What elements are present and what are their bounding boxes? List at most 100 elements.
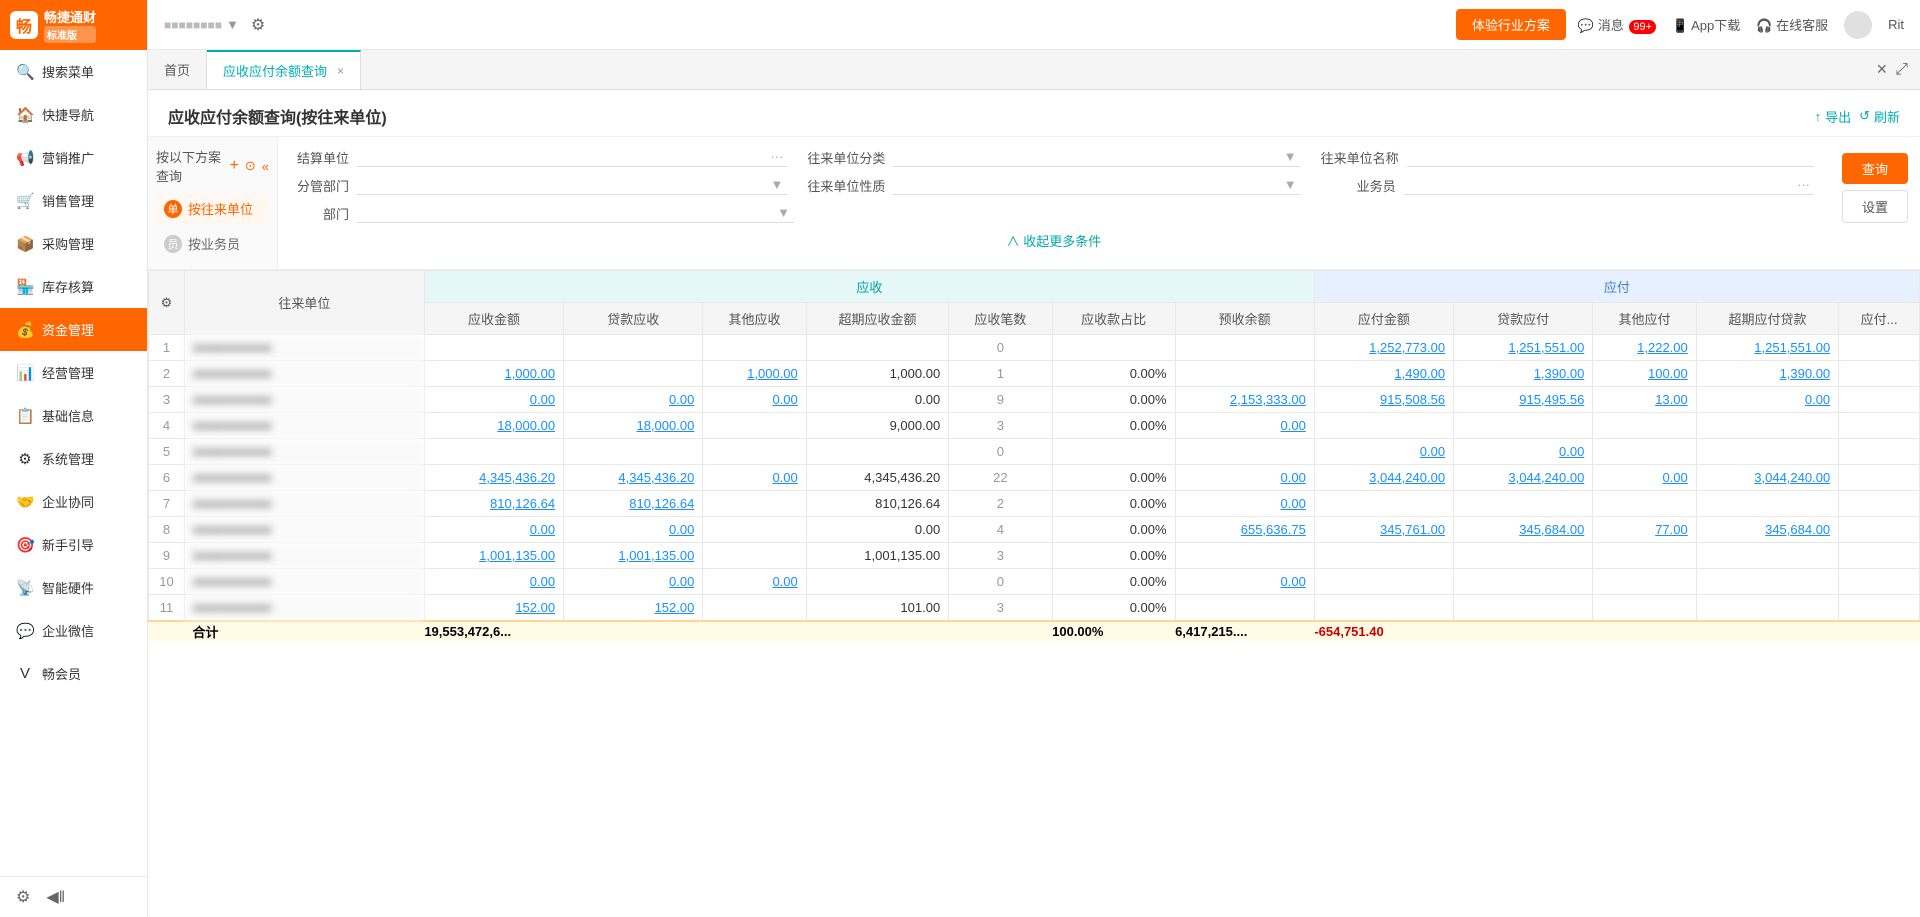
cell-link[interactable]: 0.00 bbox=[669, 574, 694, 589]
cell-link[interactable]: 0.00 bbox=[1805, 392, 1830, 407]
col-settings-icon[interactable]: ⚙ bbox=[161, 295, 173, 310]
cell-link[interactable]: 0.00 bbox=[530, 392, 555, 407]
cell-link[interactable]: 13.00 bbox=[1655, 392, 1688, 407]
salesman-dots-icon[interactable]: ··· bbox=[1797, 177, 1810, 192]
add-filter-icon[interactable]: + bbox=[230, 157, 239, 175]
cell-link[interactable]: 0.00 bbox=[772, 392, 797, 407]
cell-link[interactable]: 1,251,551.00 bbox=[1754, 340, 1830, 355]
cell-link[interactable]: 0.00 bbox=[1281, 496, 1306, 511]
sidebar-item-hardware[interactable]: 📡 智能硬件 bbox=[0, 566, 147, 609]
trial-button[interactable]: 体验行业方案 bbox=[1456, 9, 1566, 40]
settlement-dots-icon[interactable]: ··· bbox=[770, 149, 783, 164]
cell-link[interactable]: 915,508.56 bbox=[1380, 392, 1445, 407]
dept-chevron[interactable]: ▼ bbox=[777, 205, 790, 220]
sidebar-item-guide[interactable]: 🎯 新手引导 bbox=[0, 523, 147, 566]
unit-nature-chevron[interactable]: ▼ bbox=[1284, 177, 1297, 192]
cell-link[interactable]: 0.00 bbox=[1281, 470, 1306, 485]
cell-link[interactable]: 77.00 bbox=[1655, 522, 1688, 537]
tab-home[interactable]: 首页 bbox=[148, 50, 207, 89]
cell-link[interactable]: 1,390.00 bbox=[1534, 366, 1585, 381]
cell-link[interactable]: 915,495.56 bbox=[1519, 392, 1584, 407]
window-expand-icon[interactable]: ⤢ bbox=[1895, 61, 1908, 79]
sidebar-item-system[interactable]: ⚙ 系统管理 bbox=[0, 437, 147, 480]
sidebar-item-sales[interactable]: 🛒 销售管理 bbox=[0, 179, 147, 222]
cell-link[interactable]: 1,000.00 bbox=[747, 366, 798, 381]
cell-link[interactable]: 345,684.00 bbox=[1765, 522, 1830, 537]
dept-input[interactable] bbox=[361, 205, 773, 220]
cell-link[interactable]: 0.00 bbox=[530, 574, 555, 589]
dept-manager-chevron[interactable]: ▼ bbox=[770, 177, 783, 192]
sidebar-item-finance[interactable]: 💰 资金管理 bbox=[0, 308, 147, 351]
cell-link[interactable]: 18,000.00 bbox=[497, 418, 555, 433]
cell-link[interactable]: 4,345,436.20 bbox=[479, 470, 555, 485]
cell-link[interactable]: 1,390.00 bbox=[1780, 366, 1831, 381]
cell-link[interactable]: 1,001,135.00 bbox=[618, 548, 694, 563]
cell-link[interactable]: 0.00 bbox=[1420, 444, 1445, 459]
cell-link[interactable]: 345,684.00 bbox=[1519, 522, 1584, 537]
cell-link[interactable]: 0.00 bbox=[669, 522, 694, 537]
footer-adv-link[interactable]: 6,417,215.... bbox=[1175, 624, 1247, 639]
cell-link[interactable]: 2,153,333.00 bbox=[1230, 392, 1306, 407]
filter-back-icon[interactable]: « bbox=[262, 159, 269, 174]
salesman-input[interactable] bbox=[1408, 177, 1793, 192]
cell-link[interactable]: 345,761.00 bbox=[1380, 522, 1445, 537]
cell-link[interactable]: 18,000.00 bbox=[636, 418, 694, 433]
cell-link[interactable]: 0.00 bbox=[772, 470, 797, 485]
cell-link[interactable]: 1,000.00 bbox=[504, 366, 555, 381]
cell-link[interactable]: 810,126.64 bbox=[629, 496, 694, 511]
sidebar-item-purchase[interactable]: 📦 采购管理 bbox=[0, 222, 147, 265]
avatar[interactable] bbox=[1844, 11, 1872, 39]
cell-link[interactable]: 3,044,240.00 bbox=[1754, 470, 1830, 485]
sidebar-item-basic[interactable]: 📋 基础信息 bbox=[0, 394, 147, 437]
cell-link[interactable]: 3,044,240.00 bbox=[1369, 470, 1445, 485]
sidebar-settings-btn[interactable]: ⚙ bbox=[16, 887, 30, 907]
sidebar-item-collab[interactable]: 🤝 企业协同 bbox=[0, 480, 147, 523]
cell-link[interactable]: 1,001,135.00 bbox=[479, 548, 555, 563]
cell-link[interactable]: 1,222.00 bbox=[1637, 340, 1688, 355]
sidebar-item-search[interactable]: 🔍 搜索菜单 bbox=[0, 50, 147, 93]
cell-link[interactable]: 0.00 bbox=[1662, 470, 1687, 485]
settlement-unit-input[interactable] bbox=[361, 149, 766, 164]
query-by-salesman[interactable]: 员 按业务员 bbox=[156, 228, 269, 259]
cell-link[interactable]: 1,252,773.00 bbox=[1369, 340, 1445, 355]
messages-item[interactable]: 💬 消息 99+ bbox=[1578, 15, 1656, 34]
cell-link[interactable]: 152.00 bbox=[655, 600, 695, 615]
sidebar-item-marketing[interactable]: 📢 营销推广 bbox=[0, 136, 147, 179]
app-download-item[interactable]: 📱 App下载 bbox=[1672, 15, 1740, 34]
sidebar-collapse-btn[interactable]: ◀‖ bbox=[46, 887, 65, 907]
query-by-unit[interactable]: 单 按往来单位 bbox=[156, 193, 269, 224]
sidebar-item-inventory[interactable]: 🏪 库存核算 bbox=[0, 265, 147, 308]
cell-link[interactable]: 100.00 bbox=[1648, 366, 1688, 381]
collapse-btn[interactable]: ∧ 收起更多条件 bbox=[294, 227, 1814, 254]
unit-category-chevron[interactable]: ▼ bbox=[1284, 149, 1297, 164]
cell-link[interactable]: 1,490.00 bbox=[1394, 366, 1445, 381]
export-button[interactable]: ↑ 导出 bbox=[1815, 107, 1852, 126]
tab-receivable[interactable]: 应收应付余额查询 × bbox=[207, 50, 361, 89]
refresh-button[interactable]: ↺ 刷新 bbox=[1859, 107, 1900, 126]
cell-link[interactable]: 4,345,436.20 bbox=[618, 470, 694, 485]
unit-nature-input[interactable] bbox=[897, 177, 1279, 192]
cell-link[interactable]: 0.00 bbox=[1281, 418, 1306, 433]
settings-button[interactable]: 设置 bbox=[1842, 190, 1908, 223]
online-service-item[interactable]: 🎧 在线客服 bbox=[1756, 15, 1828, 34]
sidebar-item-quicknav[interactable]: 🏠 快捷导航 bbox=[0, 93, 147, 136]
window-close-icon[interactable]: × bbox=[1877, 59, 1888, 80]
sidebar-item-member[interactable]: V 畅会员 bbox=[0, 652, 147, 695]
cell-link[interactable]: 0.00 bbox=[530, 522, 555, 537]
cell-link[interactable]: 0.00 bbox=[772, 574, 797, 589]
sidebar-item-management[interactable]: 📊 经营管理 bbox=[0, 351, 147, 394]
cell-link[interactable]: 152.00 bbox=[515, 600, 555, 615]
cell-link[interactable]: 1,251,551.00 bbox=[1508, 340, 1584, 355]
tab-close-icon[interactable]: × bbox=[337, 64, 344, 78]
footer-ra-link[interactable]: 19,553,472,6... bbox=[424, 624, 511, 639]
unit-name-input[interactable] bbox=[1411, 149, 1810, 164]
cell-link[interactable]: 0.00 bbox=[669, 392, 694, 407]
filter-settings-icon[interactable]: ⊙ bbox=[245, 158, 256, 174]
cell-link[interactable]: 0.00 bbox=[1559, 444, 1584, 459]
col-settings-header[interactable]: ⚙ bbox=[149, 271, 185, 335]
unit-category-input[interactable] bbox=[897, 149, 1279, 164]
cell-link[interactable]: 0.00 bbox=[1281, 574, 1306, 589]
cell-link[interactable]: 3,044,240.00 bbox=[1508, 470, 1584, 485]
sidebar-item-wechat[interactable]: 💬 企业微信 bbox=[0, 609, 147, 652]
dept-manager-input[interactable] bbox=[361, 177, 766, 192]
